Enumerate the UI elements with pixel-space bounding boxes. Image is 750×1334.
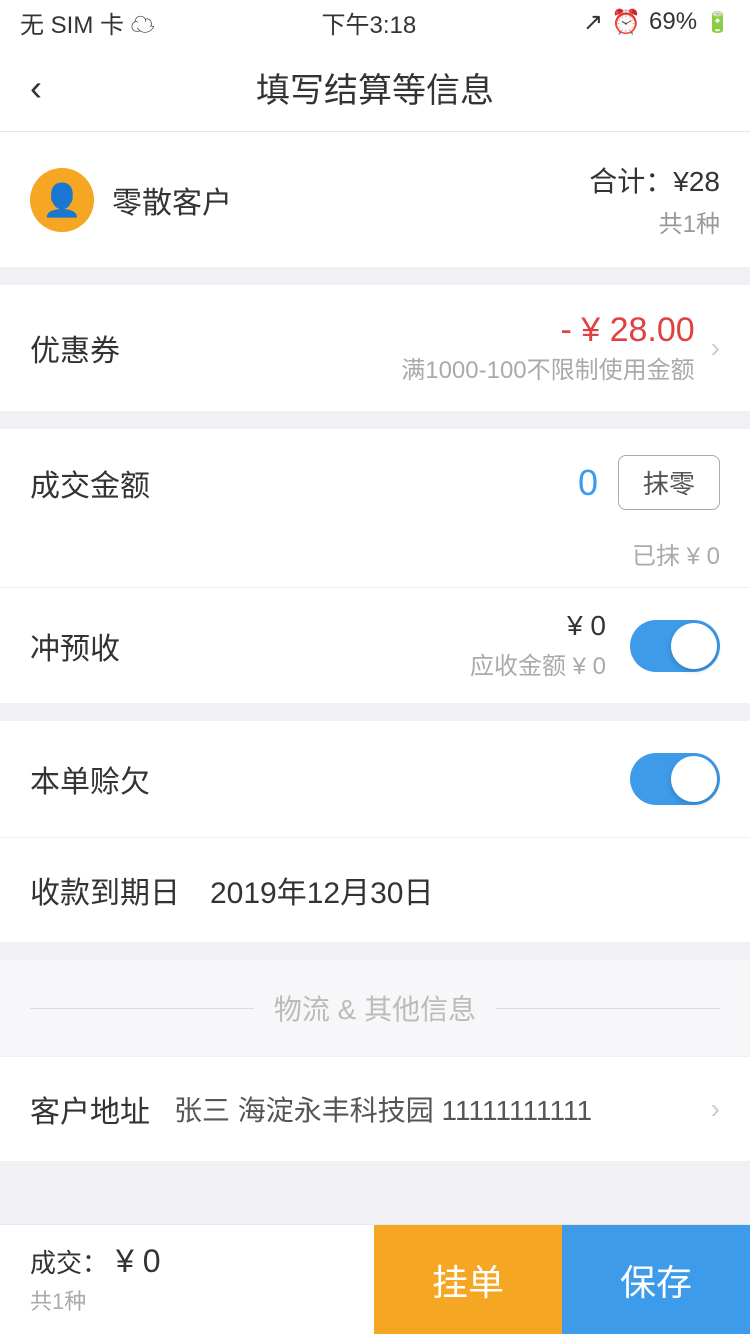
logistics-title: 物流 & 其他信息 bbox=[254, 988, 496, 1028]
nav-bar: ‹ 填写结算等信息 bbox=[0, 44, 750, 132]
amount-value: 0 bbox=[578, 462, 598, 504]
prepay-row: 冲预收 ¥ 0 应收金额 ¥ 0 bbox=[0, 587, 750, 703]
location-icon: ↗ bbox=[583, 8, 603, 37]
sim-status: 无 SIM 卡 ☁ bbox=[20, 5, 155, 40]
footer: 成交： ¥ 0 共1种 挂单 保存 bbox=[0, 1224, 750, 1334]
status-time: 下午3:18 bbox=[322, 5, 417, 40]
debt-section: 本单赊欠 收款到期日 2019年12月30日 bbox=[0, 721, 750, 942]
customer-name: 零散客户 bbox=[112, 178, 232, 222]
toggle-thumb bbox=[671, 623, 717, 669]
debt-row: 本单赊欠 bbox=[0, 721, 750, 837]
coupon-hint: 满1000-100不限制使用金额 bbox=[401, 350, 694, 385]
logistics-section: 物流 & 其他信息 客户地址 张三 海淀永丰科技园 11111111111 › bbox=[0, 960, 750, 1161]
battery-icon: 🔋 bbox=[705, 10, 730, 35]
battery-percent: 69% bbox=[649, 8, 697, 36]
prepay-right: ¥ 0 应收金额 ¥ 0 bbox=[470, 610, 720, 681]
coupon-section[interactable]: 优惠券 - ¥ 28.00 满1000-100不限制使用金额 › bbox=[0, 285, 750, 411]
footer-deal-label: 成交： bbox=[30, 1243, 108, 1280]
footer-count: 共1种 bbox=[30, 1284, 344, 1316]
address-value: 张三 海淀永丰科技园 11111111111 bbox=[174, 1089, 711, 1129]
customer-avatar: 👤 bbox=[30, 168, 94, 232]
prepay-label: 冲预收 bbox=[30, 624, 120, 668]
logistics-header: 物流 & 其他信息 bbox=[0, 960, 750, 1056]
prepay-toggle[interactable] bbox=[630, 620, 720, 672]
coupon-row[interactable]: 优惠券 - ¥ 28.00 满1000-100不限制使用金额 › bbox=[0, 285, 750, 411]
address-row[interactable]: 客户地址 张三 海淀永丰科技园 11111111111 › bbox=[0, 1056, 750, 1161]
amount-row: 成交金额 0 抹零 bbox=[0, 429, 750, 536]
prepay-main-value: ¥ 0 bbox=[470, 610, 606, 642]
customer-section: 👤 零散客户 合计：¥28 共1种 bbox=[0, 132, 750, 267]
alarm-icon: ⏰ bbox=[611, 8, 641, 37]
save-button[interactable]: 保存 bbox=[562, 1225, 750, 1334]
address-label: 客户地址 bbox=[30, 1087, 150, 1131]
customer-row: 👤 零散客户 合计：¥28 共1种 bbox=[0, 132, 750, 267]
footer-amount: ¥ 0 bbox=[116, 1243, 160, 1280]
logistics-line-right bbox=[496, 1008, 720, 1009]
avatar-icon: 👤 bbox=[42, 181, 82, 219]
coupon-value: - ¥ 28.00 bbox=[401, 311, 694, 350]
coupon-label: 优惠券 bbox=[30, 326, 120, 370]
duedate-value: 2019年12月30日 bbox=[210, 868, 433, 912]
customer-right: 合计：¥28 共1种 bbox=[589, 160, 720, 239]
debt-label: 本单赊欠 bbox=[30, 757, 150, 801]
round-button[interactable]: 抹零 bbox=[618, 455, 720, 510]
customer-count: 共1种 bbox=[589, 204, 720, 239]
amount-label: 成交金额 bbox=[30, 461, 150, 505]
debt-toggle[interactable] bbox=[630, 753, 720, 805]
debt-toggle-thumb bbox=[671, 756, 717, 802]
hangup-button[interactable]: 挂单 bbox=[374, 1225, 562, 1334]
logistics-line-left bbox=[30, 1008, 254, 1009]
prepay-sub-value: 应收金额 ¥ 0 bbox=[470, 646, 606, 681]
status-bar: 无 SIM 卡 ☁ 下午3:18 ↗ ⏰ 69% 🔋 bbox=[0, 0, 750, 44]
back-button[interactable]: ‹ bbox=[30, 67, 90, 109]
amount-right: 0 抹零 bbox=[578, 455, 720, 510]
prepay-values: ¥ 0 应收金额 ¥ 0 bbox=[470, 610, 606, 681]
footer-info: 成交： ¥ 0 共1种 bbox=[0, 1243, 374, 1316]
duedate-row: 收款到期日 2019年12月30日 bbox=[0, 837, 750, 942]
chevron-right-icon: › bbox=[711, 332, 720, 364]
customer-left: 👤 零散客户 bbox=[30, 168, 232, 232]
address-chevron-icon: › bbox=[711, 1093, 720, 1125]
status-left: 无 SIM 卡 ☁ bbox=[20, 5, 155, 40]
status-right: ↗ ⏰ 69% 🔋 bbox=[583, 8, 730, 37]
coupon-right: - ¥ 28.00 满1000-100不限制使用金额 › bbox=[401, 311, 720, 385]
customer-total: 合计：¥28 bbox=[589, 160, 720, 200]
amount-section: 成交金额 0 抹零 已抹 ¥ 0 冲预收 ¥ 0 应收金额 ¥ 0 bbox=[0, 429, 750, 703]
duedate-label: 收款到期日 bbox=[30, 868, 180, 912]
page-title: 填写结算等信息 bbox=[256, 63, 494, 112]
amount-sub: 已抹 ¥ 0 bbox=[0, 536, 750, 587]
coupon-value-block: - ¥ 28.00 满1000-100不限制使用金额 bbox=[401, 311, 694, 385]
